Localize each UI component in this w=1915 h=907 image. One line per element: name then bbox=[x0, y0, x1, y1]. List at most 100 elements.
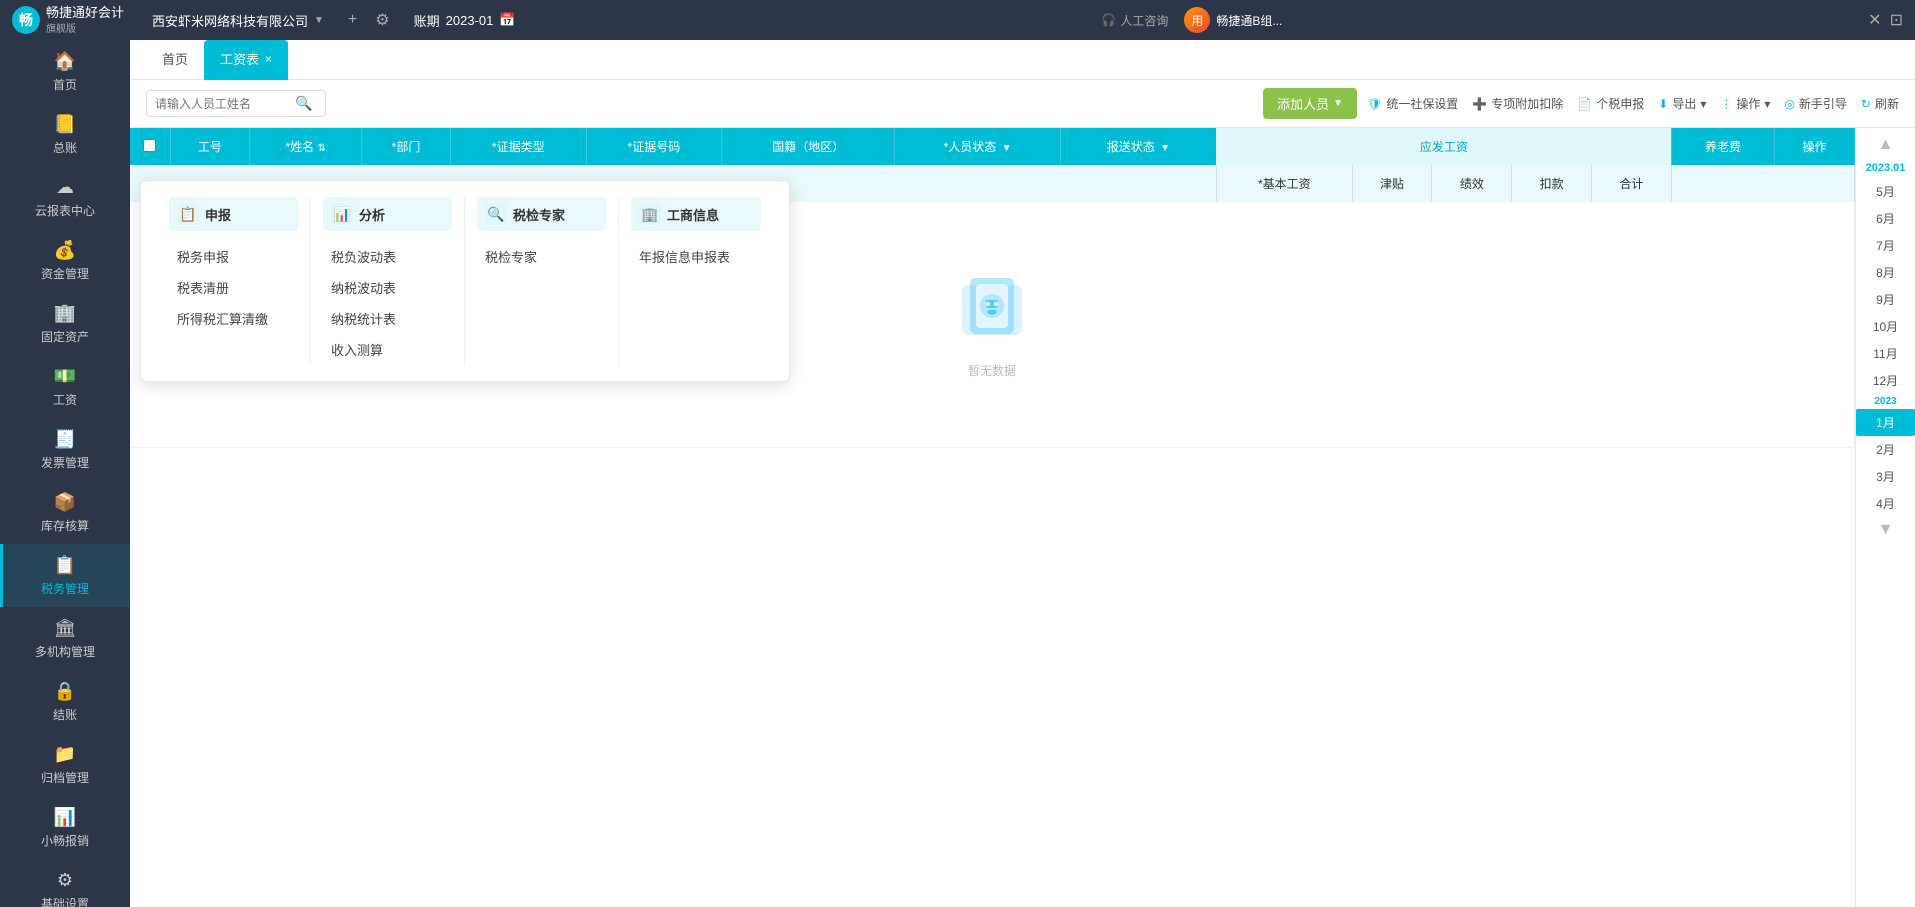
company-chevron-icon: ▼ bbox=[314, 15, 324, 26]
sidebar-item-basic-settings[interactable]: ⚙ 基础设置 bbox=[0, 859, 130, 907]
date-panel-month-5[interactable]: 5月 bbox=[1856, 178, 1915, 205]
dropdown-item-tax-stats[interactable]: 纳税统计表 bbox=[323, 303, 452, 334]
dropdown-item-tax-fluctuation[interactable]: 税负波动表 bbox=[323, 241, 452, 272]
th-basic-wage: *基本工资 bbox=[1216, 165, 1352, 202]
dropdown-section-declare: 📋 申报 税务申报 税表清册 所得税汇算清缴 bbox=[157, 197, 311, 365]
sidebar-item-invoice[interactable]: 🧾 发票管理 bbox=[0, 418, 130, 481]
add-person-caret-icon: ▼ bbox=[1333, 98, 1343, 109]
dropdown-section-analysis: 📊 分析 税负波动表 纳税波动表 纳税统计表 收入测算 bbox=[311, 197, 465, 365]
restore-window-button[interactable]: ⊡ bbox=[1890, 10, 1903, 30]
header-actions: + ⚙ bbox=[344, 8, 394, 32]
social-security-button[interactable]: 🛡 统一社保设置 bbox=[1367, 95, 1458, 112]
date-panel-month-8[interactable]: 8月 bbox=[1856, 259, 1915, 286]
sidebar-item-home-label: 首页 bbox=[53, 76, 77, 93]
top-header: 畅 畅捷通好会计 旗舰版 西安虾米网络科技有限公司 ▼ + ⚙ 账期 2023-… bbox=[0, 0, 1915, 40]
sidebar-item-tax[interactable]: 📋 税务管理 bbox=[0, 544, 130, 607]
sidebar-item-tax-label: 税务管理 bbox=[41, 580, 89, 597]
social-security-icon: 🛡 bbox=[1367, 97, 1382, 111]
sidebar-item-mini-report[interactable]: 📊 小畅报销 bbox=[0, 796, 130, 859]
add-company-button[interactable]: + bbox=[344, 9, 361, 31]
dropdown-item-tax-declaration[interactable]: 税务申报 bbox=[169, 241, 298, 272]
date-panel-month-11[interactable]: 11月 bbox=[1856, 340, 1915, 367]
new-guide-button[interactable]: ◎ 新手引导 bbox=[1784, 95, 1847, 112]
refresh-label: 刷新 bbox=[1875, 95, 1899, 112]
header-right: 🎧 人工咨询 用 畅捷通B组... bbox=[1101, 7, 1282, 33]
add-person-label: 添加人员 bbox=[1277, 94, 1329, 113]
th-nationality: 国籍（地区） bbox=[722, 128, 895, 165]
business-section-icon: 🏢 bbox=[639, 203, 661, 225]
dropdown-item-income-estimate[interactable]: 收入测算 bbox=[323, 334, 452, 365]
dropdown-item-tax-form[interactable]: 税表清册 bbox=[169, 272, 298, 303]
sidebar-item-ledger[interactable]: 📒 总账 bbox=[0, 103, 130, 166]
date-panel-month-9[interactable]: 9月 bbox=[1856, 286, 1915, 313]
service-button[interactable]: 🎧 人工咨询 bbox=[1101, 12, 1168, 29]
th-id: 工号 bbox=[170, 128, 250, 165]
sidebar-item-closing[interactable]: 🔒 结账 bbox=[0, 670, 130, 733]
tab-payroll[interactable]: 工资表 × bbox=[204, 40, 288, 80]
select-all-checkbox[interactable] bbox=[143, 139, 156, 152]
special-deduct-button[interactable]: ➕ 专项附加扣除 bbox=[1472, 95, 1563, 112]
invoice-icon: 🧾 bbox=[54, 428, 76, 450]
add-person-button[interactable]: 添加人员 ▼ bbox=[1263, 88, 1357, 119]
search-input[interactable] bbox=[155, 97, 295, 111]
tax-return-icon: 📄 bbox=[1577, 97, 1592, 111]
th-checkbox[interactable] bbox=[130, 128, 170, 165]
export-label: 导出 bbox=[1672, 95, 1696, 112]
sidebar-item-fund[interactable]: 💰 资金管理 bbox=[0, 229, 130, 292]
tax-return-label: 个税申报 bbox=[1596, 95, 1644, 112]
sidebar-item-cloud-report[interactable]: ☁ 云报表中心 bbox=[0, 166, 130, 229]
calendar-icon[interactable]: 📅 bbox=[499, 12, 515, 28]
export-caret-icon: ▾ bbox=[1700, 97, 1706, 111]
sidebar-item-fixed-assets[interactable]: 🏢 固定资产 bbox=[0, 292, 130, 355]
cloud-icon: ☁ bbox=[54, 176, 76, 198]
sidebar-item-archive-label: 归档管理 bbox=[41, 769, 89, 786]
dropdown-business-header: 🏢 工商信息 bbox=[631, 197, 761, 231]
fixed-assets-icon: 🏢 bbox=[54, 302, 76, 324]
basic-settings-icon: ⚙ bbox=[54, 869, 76, 891]
date-panel-month-12[interactable]: 12月 bbox=[1856, 367, 1915, 394]
date-panel-month-2[interactable]: 2月 bbox=[1856, 436, 1915, 463]
tab-payroll-close-icon[interactable]: × bbox=[265, 52, 272, 66]
person-status-filter-icon[interactable]: ▼ bbox=[1002, 143, 1012, 154]
dropdown-item-income-tax-settlement[interactable]: 所得税汇算清缴 bbox=[169, 303, 298, 334]
name-sort-icon[interactable]: ⇅ bbox=[318, 143, 326, 154]
tab-home[interactable]: 首页 bbox=[146, 40, 204, 80]
company-selector[interactable]: 西安虾米网络科技有限公司 ▼ bbox=[142, 11, 334, 30]
date-panel-month-1-active[interactable]: 1月 bbox=[1856, 409, 1915, 436]
toolbar: 🔍 添加人员 ▼ 🛡 统一社保设置 ➕ 专项附加扣除 📄 个税申报 bbox=[130, 80, 1915, 128]
operations-button[interactable]: ⋮ 操作 ▾ bbox=[1720, 95, 1770, 112]
date-nav-up-button[interactable]: ▲ bbox=[1874, 132, 1898, 158]
export-button[interactable]: ⬇ 导出 ▾ bbox=[1658, 95, 1706, 112]
sidebar: 🏠 首页 📒 总账 ☁ 云报表中心 💰 资金管理 🏢 固定资产 💵 工资 🧾 发… bbox=[0, 40, 130, 907]
dropdown-item-tax-payment-fluctuation[interactable]: 纳税波动表 bbox=[323, 272, 452, 303]
export-icon: ⬇ bbox=[1658, 97, 1668, 111]
dropdown-expert-title: 税检专家 bbox=[513, 205, 565, 224]
date-panel-month-4[interactable]: 4月 bbox=[1856, 490, 1915, 517]
user-area[interactable]: 用 畅捷通B组... bbox=[1184, 7, 1282, 33]
dropdown-item-tax-expert[interactable]: 税检专家 bbox=[477, 241, 606, 272]
sidebar-item-archive[interactable]: 📁 归档管理 bbox=[0, 733, 130, 796]
date-panel-month-7[interactable]: 7月 bbox=[1856, 232, 1915, 259]
date-panel-header: 2023.01 bbox=[1866, 158, 1906, 178]
sidebar-item-payroll[interactable]: 💵 工资 bbox=[0, 355, 130, 418]
date-panel-month-10[interactable]: 10月 bbox=[1856, 313, 1915, 340]
sidebar-item-home[interactable]: 🏠 首页 bbox=[0, 40, 130, 103]
service-label: 人工咨询 bbox=[1120, 12, 1168, 29]
report-status-filter-icon[interactable]: ▼ bbox=[1160, 143, 1170, 154]
settings-icon[interactable]: ⚙ bbox=[371, 8, 393, 32]
dropdown-item-annual-report[interactable]: 年报信息申报表 bbox=[631, 241, 761, 272]
period-value[interactable]: 2023-01 bbox=[446, 13, 494, 28]
close-window-button[interactable]: ✕ bbox=[1868, 10, 1881, 30]
date-nav-down-button[interactable]: ▼ bbox=[1874, 517, 1898, 543]
tax-return-button[interactable]: 📄 个税申报 bbox=[1577, 95, 1644, 112]
sidebar-item-multi-org[interactable]: 🏛 多机构管理 bbox=[0, 607, 130, 670]
sidebar-item-inventory[interactable]: 📦 库存核算 bbox=[0, 481, 130, 544]
app-title: 畅捷通好会计 bbox=[46, 5, 124, 21]
sidebar-item-payroll-label: 工资 bbox=[53, 391, 77, 408]
date-panel-month-6[interactable]: 6月 bbox=[1856, 205, 1915, 232]
table-header-row-1: 工号 *姓名 ⇅ *部门 *证据类型 *证据号码 国籍（地区） *人员状态 bbox=[130, 128, 1855, 165]
refresh-button[interactable]: ↻ 刷新 bbox=[1861, 95, 1899, 112]
th-operations: 操作 bbox=[1775, 128, 1855, 165]
date-panel-month-3[interactable]: 3月 bbox=[1856, 463, 1915, 490]
refresh-icon: ↻ bbox=[1861, 97, 1871, 111]
